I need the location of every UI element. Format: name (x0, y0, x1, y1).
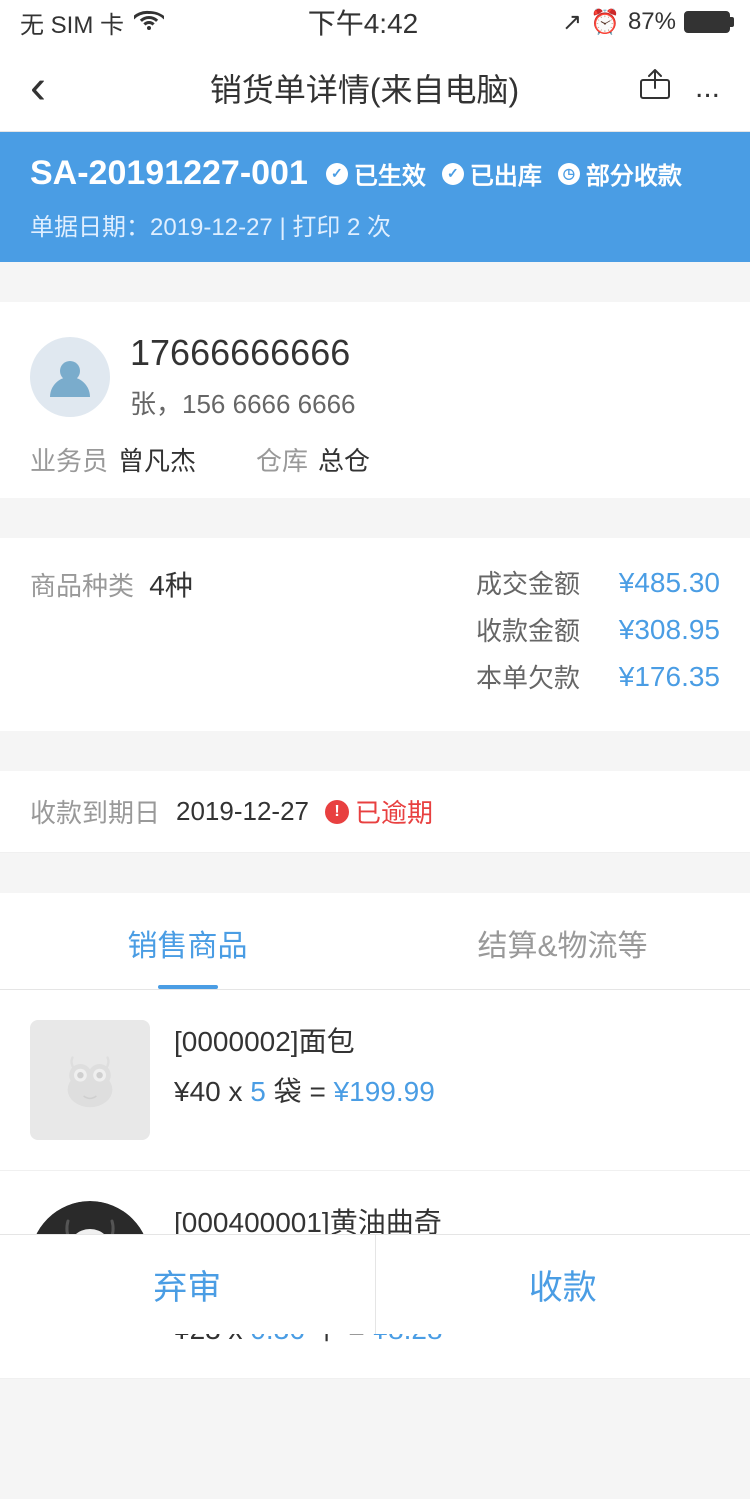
debt-amount-row: 本单欠款 ¥176.35 (476, 658, 720, 695)
badge-activated: ✓ 已生效 (326, 156, 426, 191)
header-date-row: 单据日期：2019-12-27 | 打印 2 次 (30, 207, 720, 242)
salesperson-label: 业务员 (30, 441, 108, 478)
product-code-1: [0000002]面包 (174, 1020, 720, 1060)
overdue-icon: ! (325, 800, 349, 824)
product-thumbnail-1 (30, 1020, 150, 1140)
product-total-1: ¥199.99 (334, 1076, 435, 1107)
date-label: 单据日期： (30, 214, 150, 241)
order-date: 2019-12-27 (150, 214, 273, 241)
collect-payment-label: 收款 (529, 1260, 597, 1309)
page-title: 销货单详情(来自电脑) (210, 65, 519, 111)
customer-row: 17666666666 张，156 6666 6666 (30, 332, 720, 421)
print-label: 打印 (292, 214, 340, 241)
product-qty-1: 5 (250, 1076, 266, 1107)
customer-section: 17666666666 张，156 6666 6666 业务员 曾凡杰 仓库 总… (0, 302, 750, 498)
print-unit: 次 (367, 214, 391, 241)
status-right: ↗ ⏰ 87% (562, 8, 730, 37)
due-date-section: 收款到期日 2019-12-27 ! 已逾期 (0, 771, 750, 853)
nav-actions: ... (639, 68, 720, 108)
back-button[interactable]: ‹ (30, 60, 90, 115)
product-placeholder-1 (30, 1020, 150, 1140)
status-left: 无 SIM 卡 (20, 5, 164, 40)
carrier-text: 无 SIM 卡 (20, 5, 124, 40)
cancel-review-button[interactable]: 弃审 (0, 1235, 376, 1334)
wifi-icon (134, 8, 164, 37)
customer-name: 张，156 6666 6666 (130, 384, 356, 421)
print-separator: | (279, 214, 292, 241)
header-badges: ✓ 已生效 ✓ 已出库 ◷ 部分收款 (326, 156, 682, 191)
due-date-label: 收款到期日 (30, 793, 160, 830)
customer-meta: 业务员 曾凡杰 仓库 总仓 (30, 441, 720, 478)
deal-amount-row: 成交金额 ¥485.30 (476, 564, 720, 601)
warehouse-value: 总仓 (318, 441, 370, 478)
location-icon: ↗ (562, 8, 582, 37)
product-item: [0000002]面包 ¥40 x 5 袋 = ¥199.99 (0, 990, 750, 1171)
nav-bar: ‹ 销货单详情(来自电脑) ... (0, 44, 750, 132)
salesperson-value: 曾凡杰 (118, 441, 196, 478)
deal-amount-label: 成交金额 (476, 564, 580, 601)
print-count: 2 (347, 214, 360, 241)
order-id-row: SA-20191227-001 ✓ 已生效 ✓ 已出库 ◷ 部分收款 (30, 154, 720, 193)
order-id: SA-20191227-001 (30, 154, 308, 193)
customer-details: 17666666666 张，156 6666 6666 (130, 332, 356, 421)
badge-shipped: ✓ 已出库 (442, 156, 542, 191)
tab-sales-products[interactable]: 销售商品 (0, 893, 375, 989)
check-icon-activated: ✓ (326, 163, 348, 185)
debt-amount-value: ¥176.35 (600, 661, 720, 693)
product-types-value: 4种 (149, 570, 193, 601)
cancel-review-label: 弃审 (153, 1260, 221, 1309)
tab-settlement[interactable]: 结算&物流等 (375, 893, 750, 989)
product-info-1: [0000002]面包 ¥40 x 5 袋 = ¥199.99 (174, 1020, 720, 1110)
received-amount-value: ¥308.95 (600, 614, 720, 646)
check-icon-shipped: ✓ (442, 163, 464, 185)
alarm-icon: ⏰ (590, 8, 620, 37)
customer-phone: 17666666666 (130, 332, 356, 374)
header-banner: SA-20191227-001 ✓ 已生效 ✓ 已出库 ◷ 部分收款 (0, 132, 750, 262)
more-icon[interactable]: ... (695, 71, 720, 105)
status-time: 下午4:42 (308, 2, 419, 42)
received-amount-row: 收款金额 ¥308.95 (476, 611, 720, 648)
summary-section: 商品种类 4种 成交金额 ¥485.30 收款金额 ¥308.95 本单欠款 ¥… (0, 538, 750, 731)
share-icon[interactable] (639, 68, 671, 108)
warehouse-item: 仓库 总仓 (256, 441, 370, 478)
product-types: 商品种类 4种 (30, 564, 193, 604)
status-bar: 无 SIM 卡 下午4:42 ↗ ⏰ 87% (0, 0, 750, 44)
battery-percent: 87% (628, 8, 676, 36)
debt-amount-label: 本单欠款 (476, 658, 580, 695)
product-types-label: 商品种类 (30, 571, 134, 601)
clock-icon: ◷ (558, 163, 580, 185)
badge-partial-payment: ◷ 部分收款 (558, 156, 682, 191)
received-amount-label: 收款金额 (476, 611, 580, 648)
overdue-indicator: ! 已逾期 (325, 793, 433, 830)
warehouse-label: 仓库 (256, 441, 308, 478)
due-date-value: 2019-12-27 (176, 796, 309, 827)
product-price-1: ¥40 x 5 袋 = ¥199.99 (174, 1070, 720, 1110)
amount-summary: 成交金额 ¥485.30 收款金额 ¥308.95 本单欠款 ¥176.35 (476, 564, 720, 705)
avatar (30, 337, 110, 417)
overdue-text: 已逾期 (355, 793, 433, 830)
collect-payment-button[interactable]: 收款 (376, 1235, 750, 1334)
bottom-bar: 弃审 收款 (0, 1234, 750, 1334)
deal-amount-value: ¥485.30 (600, 567, 720, 599)
battery-icon (684, 11, 730, 33)
salesperson-item: 业务员 曾凡杰 (30, 441, 196, 478)
tabs-row: 销售商品 结算&物流等 (0, 893, 750, 990)
tabs-section: 销售商品 结算&物流等 (0, 893, 750, 990)
